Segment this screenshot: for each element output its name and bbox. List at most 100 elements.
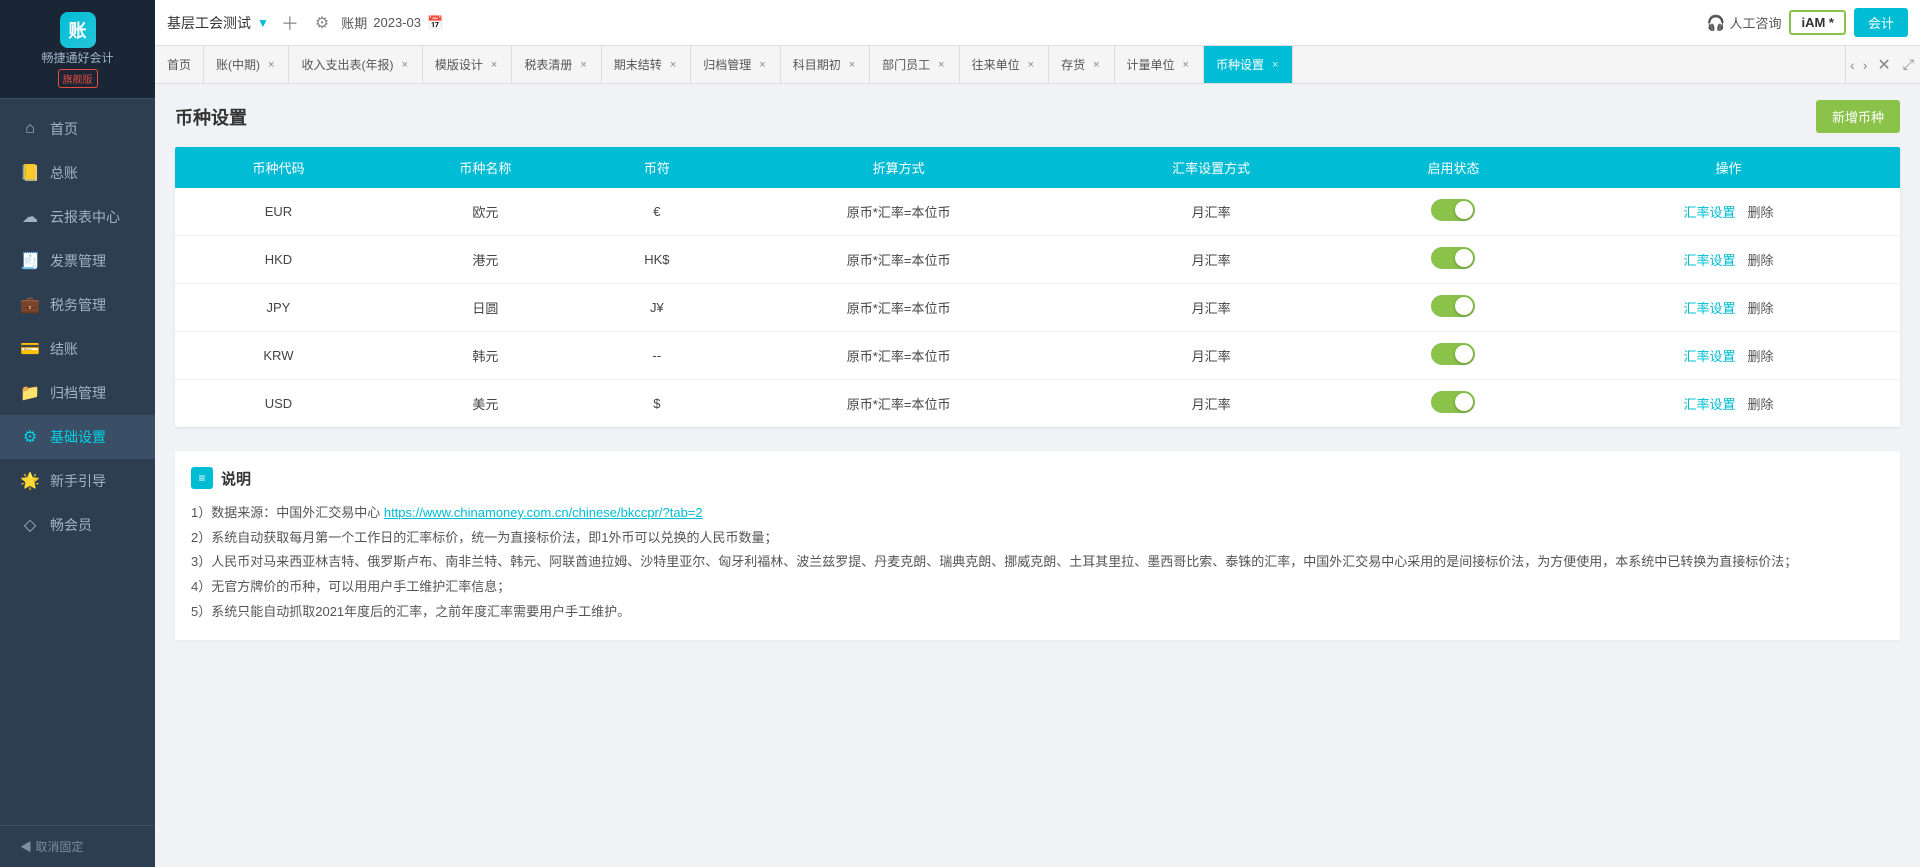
tab-[interactable]: 税表清册× xyxy=(512,46,601,83)
tab-close-icon[interactable]: × xyxy=(578,59,588,71)
actions-cell: 汇率设置删除 xyxy=(1557,380,1900,428)
table-row: USD美元$原币*汇率=本位币月汇率汇率设置删除 xyxy=(175,380,1900,428)
sidebar-item-member[interactable]: ◇畅会员 xyxy=(0,503,155,547)
table-cell: 原币*汇率=本位币 xyxy=(725,380,1072,428)
period-label: 账期 xyxy=(341,13,367,32)
table-cell: € xyxy=(589,188,725,236)
tab-close-icon[interactable]: × xyxy=(1026,59,1036,71)
table-cell: $ xyxy=(589,380,725,428)
close-all-tabs-button[interactable]: ✕ xyxy=(1871,53,1896,77)
tab-next-button[interactable]: › xyxy=(1859,55,1872,75)
tab-[interactable]: 期末结转× xyxy=(602,46,691,83)
table-header-cell: 操作 xyxy=(1557,147,1900,188)
page-header: 币种设置 新增币种 xyxy=(175,100,1900,133)
enable-toggle[interactable] xyxy=(1431,391,1475,413)
topbar-settings-icon[interactable]: ⚙ xyxy=(311,13,333,33)
tab-[interactable]: 部门员工× xyxy=(870,46,959,83)
logo-name: 畅捷通好会计 xyxy=(41,51,113,67)
rate-setting-link[interactable]: 汇率设置 xyxy=(1683,253,1735,268)
tab-prev-button[interactable]: ‹ xyxy=(1846,55,1859,75)
enable-toggle[interactable] xyxy=(1431,199,1475,221)
sidebar-item-invoice[interactable]: 🧾发票管理 xyxy=(0,239,155,283)
sidebar-item-home[interactable]: ⌂首页 xyxy=(0,107,155,151)
table-cell: 月汇率 xyxy=(1072,332,1350,380)
tab-[interactable]: 币种设置× xyxy=(1204,46,1293,83)
add-company-button[interactable]: ＋ xyxy=(277,10,303,36)
tab-[interactable]: 首页 xyxy=(155,46,204,83)
logo-area: 账 畅捷通好会计 旗舰版 xyxy=(0,0,155,99)
table-cell: HK$ xyxy=(589,236,725,284)
tab-[interactable]: 账(中期)× xyxy=(204,46,289,83)
new-currency-button[interactable]: 新增币种 xyxy=(1816,100,1900,133)
expand-button[interactable]: ⤢ xyxy=(1897,54,1920,75)
tab-close-icon[interactable]: × xyxy=(936,59,946,71)
sidebar-icon-reports: ☁ xyxy=(20,207,40,227)
table-header-cell: 币种名称 xyxy=(382,147,589,188)
period-selector[interactable]: 账期 2023-03 📅 xyxy=(341,13,443,32)
sidebar-item-archive[interactable]: 📁归档管理 xyxy=(0,371,155,415)
tab-close-icon[interactable]: × xyxy=(757,59,767,71)
delete-link[interactable]: 删除 xyxy=(1747,397,1773,412)
table-header-cell: 折算方式 xyxy=(725,147,1072,188)
service-button[interactable]: 🎧 人工咨询 xyxy=(1707,13,1782,32)
tab-close-icon[interactable]: × xyxy=(489,59,499,71)
sidebar-label-tax: 税务管理 xyxy=(50,295,106,315)
rate-setting-link[interactable]: 汇率设置 xyxy=(1683,397,1735,412)
sidebar-nav: ⌂首页📒总账☁云报表中心🧾发票管理 💼 税务管理 💳结账📁归档管理⚙基础设置🌟新手引导… xyxy=(0,99,155,825)
tab-close-icon[interactable]: × xyxy=(1270,59,1280,71)
sidebar-icon-home: ⌂ xyxy=(20,120,40,138)
delete-link[interactable]: 删除 xyxy=(1747,253,1773,268)
tab-[interactable]: 归档管理× xyxy=(691,46,780,83)
tab-close-icon[interactable]: × xyxy=(1091,59,1101,71)
tab-[interactable]: 收入支出表(年报)× xyxy=(289,46,422,83)
notes-external-link[interactable]: https://www.chinamoney.com.cn/chinese/bk… xyxy=(384,505,703,520)
toggle-knob xyxy=(1455,249,1473,267)
tab-[interactable]: 科目期初× xyxy=(781,46,870,83)
toggle-cell xyxy=(1350,188,1557,236)
sidebar-item-guide[interactable]: 🌟新手引导 xyxy=(0,459,155,503)
table-row: KRW韩元--原币*汇率=本位币月汇率汇率设置删除 xyxy=(175,332,1900,380)
sidebar-icon-checkout: 💳 xyxy=(20,339,40,359)
account-badge: iAM * xyxy=(1789,10,1846,35)
tab-close-icon[interactable]: × xyxy=(1181,59,1191,71)
table-cell: 日圆 xyxy=(382,284,589,332)
page-content: 币种设置 新增币种 币种代码币种名称币符折算方式汇率设置方式启用状态操作 EUR… xyxy=(155,84,1920,867)
notes-list: 1）数据来源：中国外汇交易中心 https://www.chinamoney.c… xyxy=(191,501,1884,624)
tab-close-icon[interactable]: × xyxy=(668,59,678,71)
tab-close-icon[interactable]: × xyxy=(847,59,857,71)
rate-setting-link[interactable]: 汇率设置 xyxy=(1683,349,1735,364)
enable-toggle[interactable] xyxy=(1431,343,1475,365)
sidebar-pin-toggle[interactable]: ◀ 取消固定 xyxy=(0,825,155,867)
table-header-cell: 启用状态 xyxy=(1350,147,1557,188)
company-selector[interactable]: 基层工会测试 ▼ xyxy=(167,13,269,33)
table-cell: 港元 xyxy=(382,236,589,284)
tab-close-icon[interactable]: × xyxy=(266,59,276,71)
sidebar-icon-ledger: 📒 xyxy=(20,163,40,183)
enable-toggle[interactable] xyxy=(1431,295,1475,317)
delete-link[interactable]: 删除 xyxy=(1747,205,1773,220)
account-button[interactable]: 会计 xyxy=(1854,8,1908,37)
rate-setting-link[interactable]: 汇率设置 xyxy=(1683,301,1735,316)
delete-link[interactable]: 删除 xyxy=(1747,301,1773,316)
rate-setting-link[interactable]: 汇率设置 xyxy=(1683,205,1735,220)
sidebar-item-checkout[interactable]: 💳结账 xyxy=(0,327,155,371)
sidebar-item-ledger[interactable]: 📒总账 xyxy=(0,151,155,195)
sidebar-icon-tax: 💼 xyxy=(20,295,40,315)
delete-link[interactable]: 删除 xyxy=(1747,349,1773,364)
table-cell: 欧元 xyxy=(382,188,589,236)
topbar: 基层工会测试 ▼ ＋ ⚙ 账期 2023-03 📅 🎧 人工咨询 iAM * 会… xyxy=(155,0,1920,46)
tab-[interactable]: 计量单位× xyxy=(1115,46,1204,83)
tab-[interactable]: 存货× xyxy=(1049,46,1114,83)
sidebar-item-reports[interactable]: ☁云报表中心 xyxy=(0,195,155,239)
tab-close-icon[interactable]: × xyxy=(399,59,409,71)
notes-item: 1）数据来源：中国外汇交易中心 https://www.chinamoney.c… xyxy=(191,501,1884,526)
table-cell: HKD xyxy=(175,236,382,284)
sidebar-item-settings[interactable]: ⚙基础设置 xyxy=(0,415,155,459)
main-area: 基层工会测试 ▼ ＋ ⚙ 账期 2023-03 📅 🎧 人工咨询 iAM * 会… xyxy=(155,0,1920,867)
sidebar-item-tax[interactable]: 💼 税务管理 xyxy=(0,283,155,327)
tab-[interactable]: 往来单位× xyxy=(960,46,1049,83)
table-header-cell: 币符 xyxy=(589,147,725,188)
enable-toggle[interactable] xyxy=(1431,247,1475,269)
tab-[interactable]: 模版设计× xyxy=(423,46,512,83)
company-dropdown-icon: ▼ xyxy=(257,16,269,30)
